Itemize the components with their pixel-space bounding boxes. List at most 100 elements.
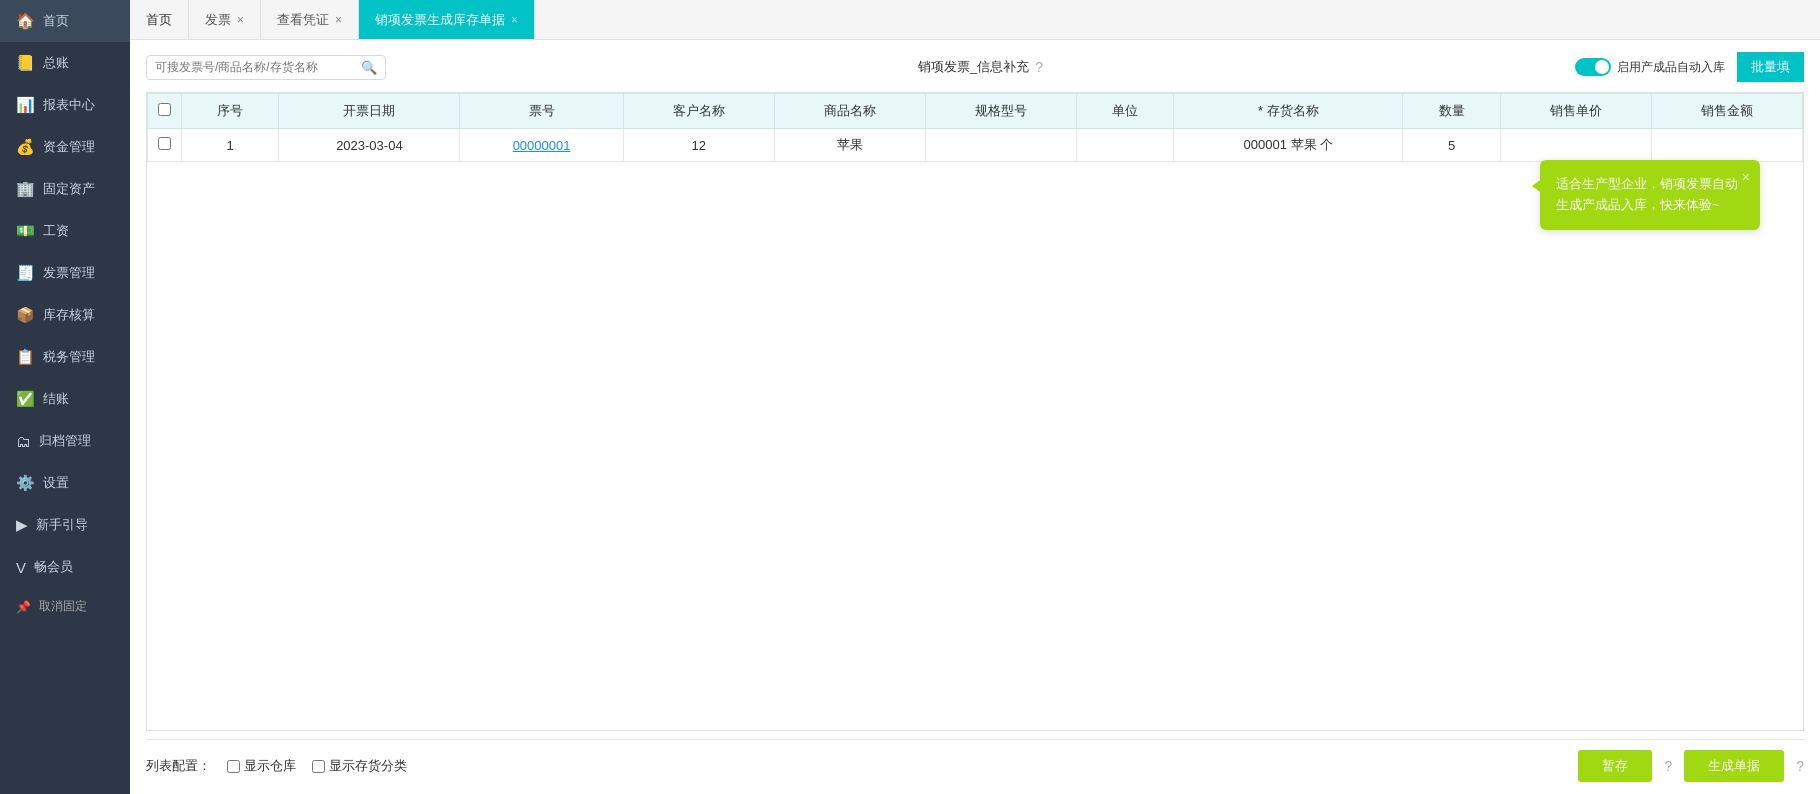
batch-fill-button[interactable]: 批量填: [1737, 52, 1804, 82]
sidebar-item-label: 归档管理: [39, 432, 91, 450]
sidebar-item-label: 库存核算: [43, 306, 95, 324]
auto-stock-toggle[interactable]: [1575, 58, 1611, 76]
finance-icon: 💰: [16, 138, 35, 156]
show-warehouse-label[interactable]: 显示仓库: [227, 757, 296, 775]
row-checkbox[interactable]: [158, 137, 171, 150]
home-icon: 🏠: [16, 12, 35, 30]
th-inventory: * 存货名称: [1174, 94, 1403, 129]
sidebar-item-label: 资金管理: [43, 138, 95, 156]
bottom-bar: 列表配置： 显示仓库 显示存货分类 暂存 ? 生成单据 ?: [146, 739, 1804, 782]
show-category-checkbox[interactable]: [312, 760, 325, 773]
th-checkbox: [148, 94, 182, 129]
list-config-label: 列表配置：: [146, 757, 211, 775]
show-category-label[interactable]: 显示存货分类: [312, 757, 407, 775]
sidebar-item-label: 设置: [43, 474, 69, 492]
tab-voucher[interactable]: 查看凭证 ×: [261, 0, 359, 39]
sidebar-item-label: 报表中心: [43, 96, 95, 114]
toolbar-row: 🔍 销项发票_信息补充 ? 启用产成品自动入库 批量填: [146, 52, 1804, 82]
sidebar-item-guide[interactable]: ▶ 新手引导: [0, 504, 130, 546]
tab-invoice-label: 发票: [205, 11, 231, 29]
sidebar-item-home[interactable]: 🏠 首页: [0, 0, 130, 42]
ledger-icon: 📒: [16, 54, 35, 72]
sidebar-item-label: 发票管理: [43, 264, 95, 282]
tab-home[interactable]: 首页: [130, 0, 189, 39]
tab-stock-label: 销项发票生成库存单据: [375, 11, 505, 29]
sidebar-item-label: 税务管理: [43, 348, 95, 366]
sidebar-item-close[interactable]: ✅ 结账: [0, 378, 130, 420]
sidebar-item-salary[interactable]: 💵 工资: [0, 210, 130, 252]
table-row: 1 2023-03-04 00000001 12 苹果 000001 苹果 个 …: [148, 129, 1803, 162]
search-icon: 🔍: [361, 60, 377, 75]
archive-icon: 🗂: [16, 433, 31, 450]
sidebar-item-assets[interactable]: 🏢 固定资产: [0, 168, 130, 210]
tab-voucher-close[interactable]: ×: [335, 13, 342, 27]
guide-icon: ▶: [16, 516, 28, 534]
sidebar-item-label: 首页: [43, 12, 69, 30]
gear-icon: ⚙️: [16, 474, 35, 492]
info-text: 销项发票_信息补充: [918, 58, 1029, 76]
sidebar-item-label: 工资: [43, 222, 69, 240]
td-unit-price: [1500, 129, 1651, 162]
sidebar-item-settings[interactable]: ⚙️ 设置: [0, 462, 130, 504]
sidebar-item-reports[interactable]: 📊 报表中心: [0, 84, 130, 126]
td-amount: [1651, 129, 1802, 162]
table-header-row: 序号 开票日期 票号 客户名称 商品名称 规格型号 单位 * 存货名称 数量 销…: [148, 94, 1803, 129]
sidebar-item-tax[interactable]: 📋 税务管理: [0, 336, 130, 378]
main-content: 首页 发票 × 查看凭证 × 销项发票生成库存单据 × 🔍 销项发票_信息补充 …: [130, 0, 1820, 794]
th-seq: 序号: [182, 94, 279, 129]
search-input[interactable]: [155, 60, 355, 74]
reports-icon: 📊: [16, 96, 35, 114]
td-qty: 5: [1403, 129, 1500, 162]
sidebar-item-label: 新手引导: [36, 516, 88, 534]
salary-icon: 💵: [16, 222, 35, 240]
tab-invoice-close[interactable]: ×: [237, 13, 244, 27]
invoice-mgmt-icon: 🧾: [16, 264, 35, 282]
list-config: 列表配置： 显示仓库 显示存货分类: [146, 757, 407, 775]
tab-stock-close[interactable]: ×: [511, 13, 518, 27]
save-button[interactable]: 暂存: [1578, 750, 1652, 782]
show-warehouse-checkbox[interactable]: [227, 760, 240, 773]
sidebar-item-label: 结账: [43, 390, 69, 408]
action-buttons: 暂存 ? 生成单据 ?: [1578, 750, 1804, 782]
generate-button[interactable]: 生成单据: [1684, 750, 1784, 782]
td-customer: 12: [623, 129, 774, 162]
sidebar-item-inventory[interactable]: 📦 库存核算: [0, 294, 130, 336]
sidebar-item-vip[interactable]: V 畅会员: [0, 546, 130, 588]
td-inventory: 000001 苹果 个: [1174, 129, 1403, 162]
sidebar-item-invoice-mgmt[interactable]: 🧾 发票管理: [0, 252, 130, 294]
toggle-group: 启用产成品自动入库: [1575, 58, 1725, 76]
tab-invoice[interactable]: 发票 ×: [189, 0, 261, 39]
td-seq: 1: [182, 129, 279, 162]
th-unit: 单位: [1077, 94, 1174, 129]
search-box[interactable]: 🔍: [146, 55, 386, 80]
tooltip-text: 适合生产型企业，销项发票自动生成产成品入库，快来体验~: [1556, 176, 1738, 212]
tooltip-popup: × 适合生产型企业，销项发票自动生成产成品入库，快来体验~: [1540, 160, 1760, 230]
td-checkbox: [148, 129, 182, 162]
td-ticket-no[interactable]: 00000001: [460, 129, 623, 162]
close-books-icon: ✅: [16, 390, 35, 408]
th-customer: 客户名称: [623, 94, 774, 129]
save-help-icon[interactable]: ?: [1664, 758, 1672, 774]
sidebar: 🏠 首页 📒 总账 📊 报表中心 💰 资金管理 🏢 固定资产 💵 工资 🧾 发票…: [0, 0, 130, 794]
sidebar-item-ledger[interactable]: 📒 总账: [0, 42, 130, 84]
data-table: 序号 开票日期 票号 客户名称 商品名称 规格型号 单位 * 存货名称 数量 销…: [147, 93, 1803, 162]
tab-home-label: 首页: [146, 11, 172, 29]
generate-help-icon[interactable]: ?: [1796, 758, 1804, 774]
th-qty: 数量: [1403, 94, 1500, 129]
sidebar-item-archive[interactable]: 🗂 归档管理: [0, 420, 130, 462]
toggle-label: 启用产成品自动入库: [1617, 59, 1725, 76]
td-spec: [925, 129, 1076, 162]
th-amount: 销售金额: [1651, 94, 1802, 129]
td-date: 2023-03-04: [279, 129, 460, 162]
tab-voucher-label: 查看凭证: [277, 11, 329, 29]
sidebar-fix-bottom[interactable]: 📌 取消固定: [0, 588, 130, 625]
td-unit: [1077, 129, 1174, 162]
tab-stock[interactable]: 销项发票生成库存单据 ×: [359, 0, 535, 39]
content-area: 🔍 销项发票_信息补充 ? 启用产成品自动入库 批量填: [130, 40, 1820, 794]
tooltip-close-button[interactable]: ×: [1742, 166, 1750, 188]
select-all-checkbox[interactable]: [158, 103, 171, 116]
sidebar-item-finance[interactable]: 💰 资金管理: [0, 126, 130, 168]
right-toolbar: 启用产成品自动入库 批量填: [1575, 52, 1804, 82]
pin-icon: 📌: [16, 600, 31, 614]
info-help-icon[interactable]: ?: [1035, 59, 1043, 75]
